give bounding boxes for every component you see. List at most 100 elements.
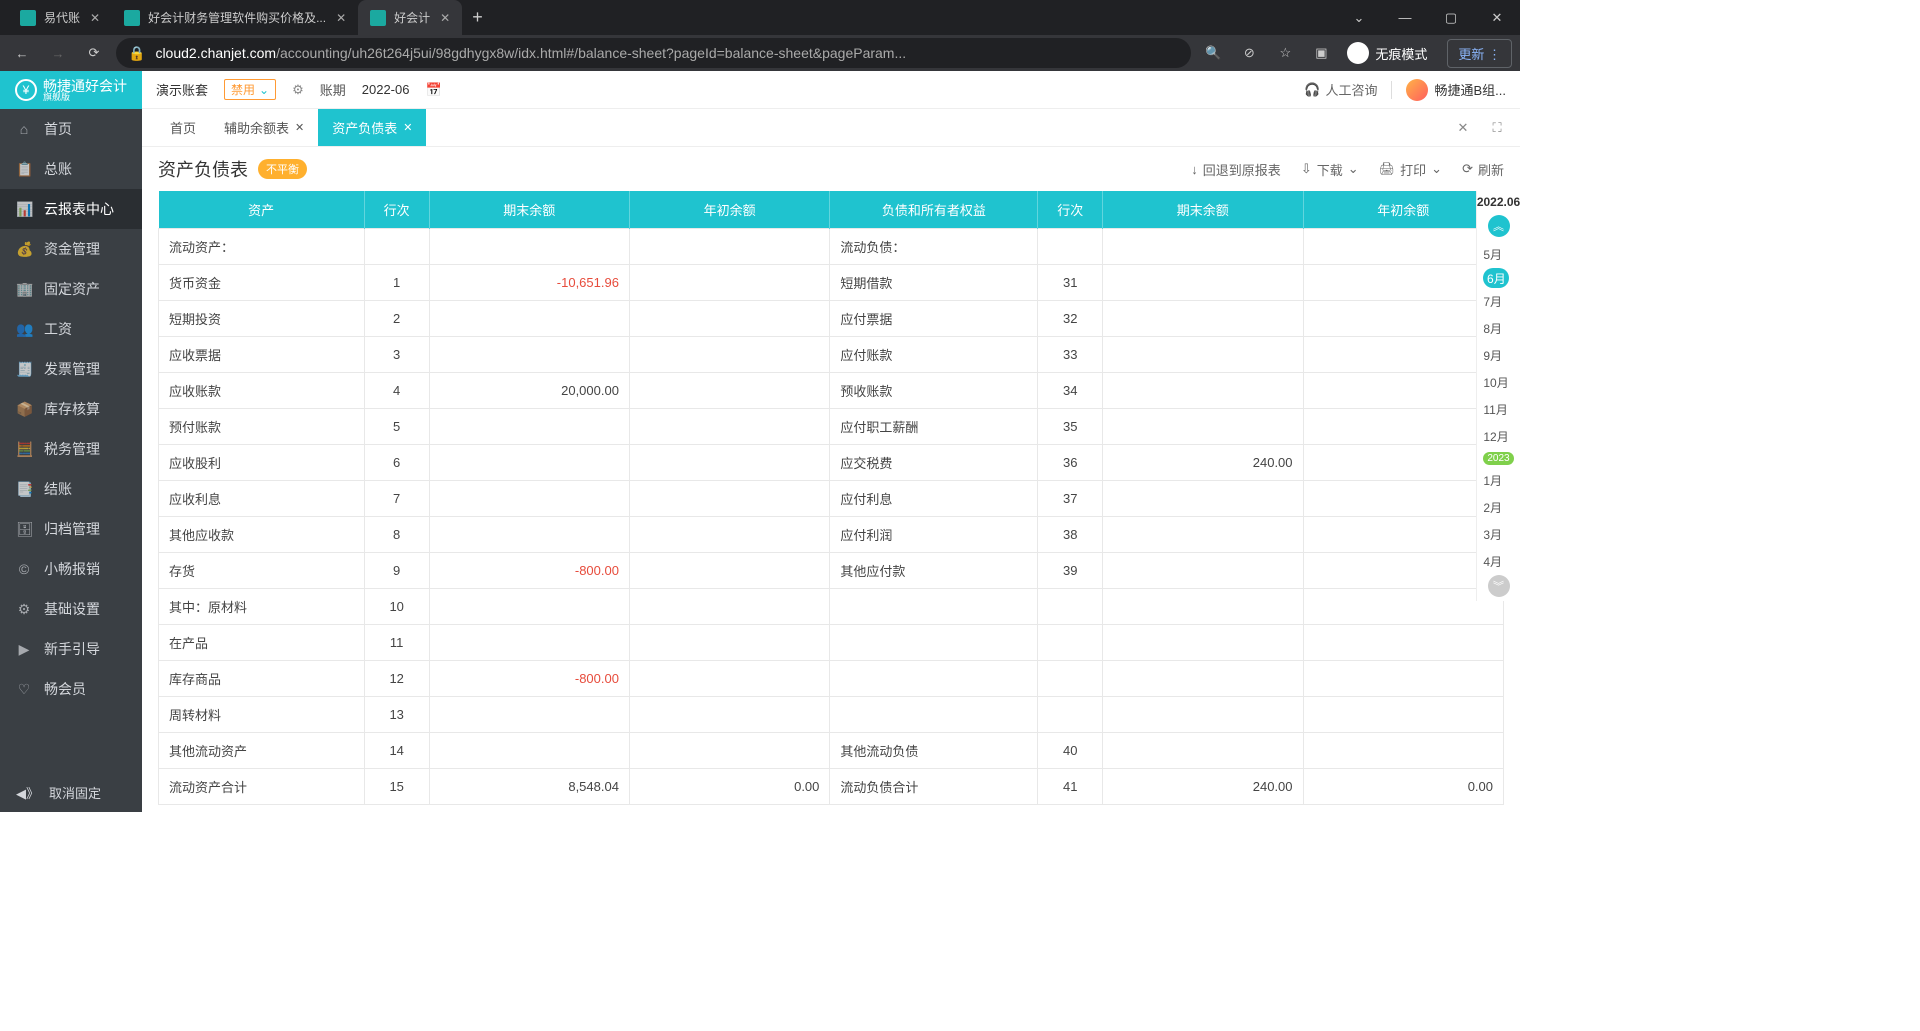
cell-begin2[interactable] [1303, 229, 1503, 265]
cell-end2[interactable] [1103, 697, 1303, 733]
cell-end[interactable]: 8,548.04 [429, 769, 629, 805]
cell-begin[interactable]: 0.00 [629, 769, 829, 805]
download-action[interactable]: ⇩下载⌄ [1301, 160, 1359, 179]
cell-begin2[interactable]: 0.00 [1303, 769, 1503, 805]
cell-liab[interactable]: 流动负债： [830, 229, 1038, 265]
reload-button[interactable]: ⟳ [80, 39, 108, 67]
sidebar-item-固定资产[interactable]: 🏢固定资产 [0, 269, 142, 309]
sidebar-item-工资[interactable]: 👥工资 [0, 309, 142, 349]
month-6月[interactable]: 6月 [1483, 268, 1509, 288]
cell-end2[interactable] [1103, 229, 1303, 265]
cell-begin[interactable] [629, 697, 829, 733]
cell-liab[interactable]: 其他流动负债 [830, 733, 1038, 769]
cell-end[interactable] [429, 697, 629, 733]
cell-asset[interactable]: 短期投资 [159, 301, 365, 337]
sidebar-item-资金管理[interactable]: 💰资金管理 [0, 229, 142, 269]
new-tab-button[interactable]: + [462, 0, 493, 35]
month-7月[interactable]: 7月 [1483, 288, 1513, 315]
cell-asset[interactable]: 其中：原材料 [159, 589, 365, 625]
cell-end[interactable] [429, 337, 629, 373]
cell-end2[interactable] [1103, 373, 1303, 409]
cell-begin[interactable] [629, 589, 829, 625]
sidebar-toggle-pin[interactable]: ◀》 取消固定 [0, 772, 142, 812]
cell-end2[interactable] [1103, 265, 1303, 301]
cell-end2[interactable] [1103, 517, 1303, 553]
cell-begin[interactable] [629, 229, 829, 265]
cell-liab[interactable]: 应交税费 [830, 445, 1038, 481]
cell-begin2[interactable] [1303, 553, 1503, 589]
cell-end2[interactable] [1103, 481, 1303, 517]
month-1月[interactable]: 1月 [1483, 467, 1513, 494]
cell-end2[interactable] [1103, 625, 1303, 661]
sidebar-item-基础设置[interactable]: ⚙基础设置 [0, 589, 142, 629]
tab-首页[interactable]: 首页 [156, 109, 210, 146]
sidebar-item-新手引导[interactable]: ▶新手引导 [0, 629, 142, 669]
cell-asset[interactable]: 应收票据 [159, 337, 365, 373]
close-button[interactable]: ✕ [1474, 0, 1520, 35]
month-4月[interactable]: 4月 [1483, 548, 1513, 575]
cell-end2[interactable]: 240.00 [1103, 445, 1303, 481]
user-menu[interactable]: 畅捷通B组... [1406, 79, 1506, 101]
close-icon[interactable]: ✕ [440, 11, 450, 25]
cell-end2[interactable] [1103, 409, 1303, 445]
cell-end2[interactable] [1103, 553, 1303, 589]
cell-begin2[interactable] [1303, 481, 1503, 517]
support-link[interactable]: 🎧人工咨询 [1304, 80, 1377, 99]
sidebar-item-库存核算[interactable]: 📦库存核算 [0, 389, 142, 429]
cell-asset[interactable]: 其他应收款 [159, 517, 365, 553]
cell-asset[interactable]: 库存商品 [159, 661, 365, 697]
cell-end[interactable]: -800.00 [429, 553, 629, 589]
cell-liab[interactable] [830, 589, 1038, 625]
cell-asset[interactable]: 预付账款 [159, 409, 365, 445]
maximize-button[interactable]: ▢ [1428, 0, 1474, 35]
month-2月[interactable]: 2月 [1483, 494, 1513, 521]
disable-toggle[interactable]: 禁用⌄ [224, 79, 276, 100]
cell-begin[interactable] [629, 445, 829, 481]
month-5月[interactable]: 5月 [1483, 241, 1513, 268]
month-9月[interactable]: 9月 [1483, 342, 1513, 369]
month-3月[interactable]: 3月 [1483, 521, 1513, 548]
eye-off-icon[interactable]: ⊘ [1235, 39, 1263, 67]
calendar-icon[interactable]: 📅 [425, 82, 441, 98]
cell-liab[interactable] [830, 625, 1038, 661]
cell-end2[interactable] [1103, 337, 1303, 373]
cell-begin2[interactable] [1303, 589, 1503, 625]
cell-liab[interactable]: 其他应付款 [830, 553, 1038, 589]
rollback-action[interactable]: ↓回退到原报表 [1191, 160, 1281, 179]
cell-asset[interactable]: 流动资产合计 [159, 769, 365, 805]
cell-liab[interactable]: 应付利息 [830, 481, 1038, 517]
cell-begin2[interactable] [1303, 337, 1503, 373]
close-icon[interactable]: ✕ [336, 11, 346, 25]
back-button[interactable]: ← [8, 39, 36, 67]
cell-end[interactable]: -10,651.96 [429, 265, 629, 301]
print-action[interactable]: 🖨打印⌄ [1379, 160, 1442, 179]
star-icon[interactable]: ☆ [1271, 39, 1299, 67]
close-icon[interactable]: ✕ [295, 121, 304, 134]
cell-begin2[interactable] [1303, 697, 1503, 733]
cell-end2[interactable] [1103, 733, 1303, 769]
sidebar-item-结账[interactable]: 📑结账 [0, 469, 142, 509]
cell-begin2[interactable] [1303, 517, 1503, 553]
month-scroll-up[interactable]: ︽ [1488, 215, 1510, 237]
cell-end[interactable]: 20,000.00 [429, 373, 629, 409]
cell-end[interactable] [429, 589, 629, 625]
refresh-action[interactable]: ⟳刷新 [1462, 160, 1504, 179]
sidebar-item-畅会员[interactable]: ♡畅会员 [0, 669, 142, 709]
sidebar-item-小畅报销[interactable]: ©小畅报销 [0, 549, 142, 589]
caret-down-icon[interactable]: ⌄ [1336, 0, 1382, 35]
cell-asset[interactable]: 应收账款 [159, 373, 365, 409]
cell-end[interactable] [429, 517, 629, 553]
cell-end[interactable] [429, 625, 629, 661]
cell-asset[interactable]: 存货 [159, 553, 365, 589]
account-name[interactable]: 演示账套 [156, 80, 208, 99]
close-icon[interactable]: ✕ [403, 121, 412, 134]
month-8月[interactable]: 8月 [1483, 315, 1513, 342]
cell-end[interactable] [429, 445, 629, 481]
cell-end[interactable]: -800.00 [429, 661, 629, 697]
cell-end2[interactable]: 240.00 [1103, 769, 1303, 805]
cell-begin[interactable] [629, 409, 829, 445]
cell-begin[interactable] [629, 481, 829, 517]
table-container[interactable]: 资产 行次 期末余额 年初余额 负债和所有者权益 行次 期末余额 年初余额 流动… [142, 191, 1520, 812]
month-scroll-down[interactable]: ︾ [1488, 575, 1510, 597]
incognito-indicator[interactable]: 无痕模式 [1343, 42, 1431, 64]
